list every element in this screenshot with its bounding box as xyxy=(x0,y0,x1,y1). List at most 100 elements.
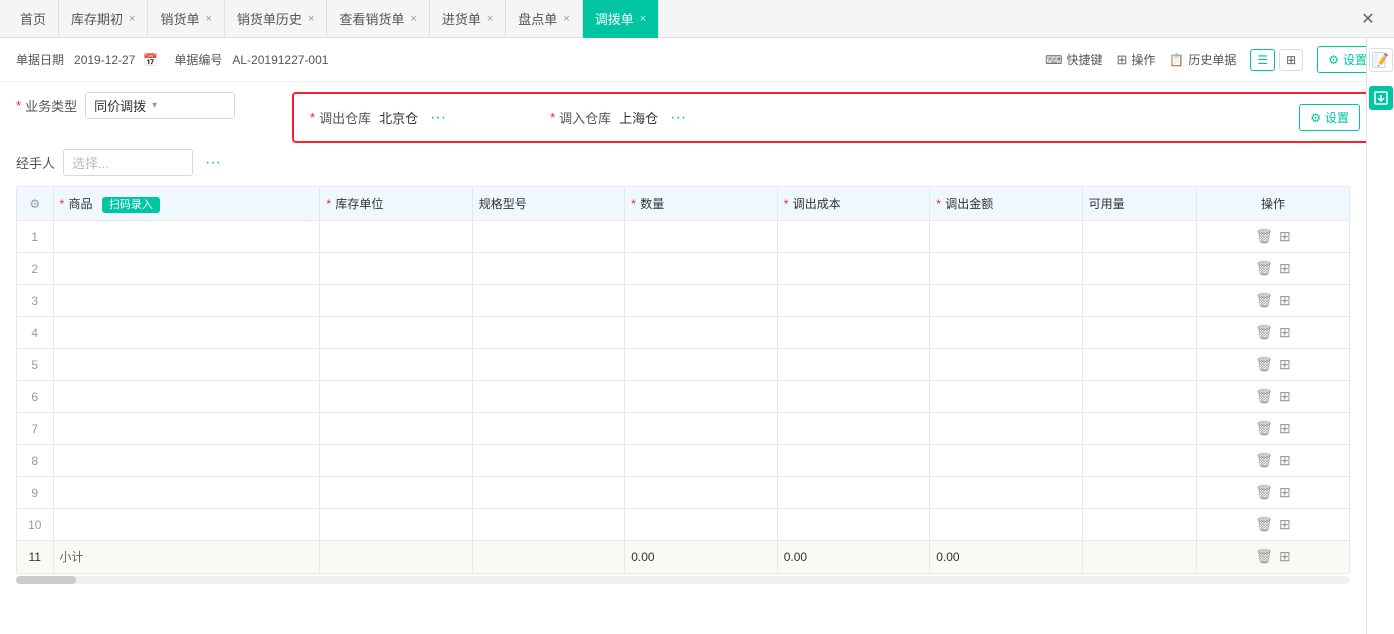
tab-inventory-init[interactable]: 库存期初 × xyxy=(59,0,148,38)
cell-quantity[interactable] xyxy=(625,509,777,541)
copy-icon-button[interactable]: ⊞ xyxy=(1279,228,1291,245)
barcode-scan-button[interactable]: 扫码录入 xyxy=(102,197,160,213)
list-view-button[interactable]: ☰ xyxy=(1250,49,1275,71)
tab-home[interactable]: 首页 xyxy=(8,0,59,38)
cell-product[interactable] xyxy=(53,349,320,381)
cell-spec[interactable] xyxy=(472,477,624,509)
copy-icon-button[interactable]: ⊞ xyxy=(1279,484,1291,501)
cell-unit[interactable] xyxy=(320,221,472,253)
delete-icon-button[interactable]: 🗑 xyxy=(1255,356,1273,373)
cell-quantity[interactable] xyxy=(625,445,777,477)
copy-icon-button[interactable]: ⊞ xyxy=(1279,292,1291,309)
cell-spec[interactable] xyxy=(472,445,624,477)
delete-icon-button[interactable]: 🗑 xyxy=(1255,260,1273,277)
cell-transfer-cost[interactable] xyxy=(777,477,929,509)
cell-quantity[interactable] xyxy=(625,477,777,509)
cell-transfer-cost[interactable] xyxy=(777,253,929,285)
cell-unit[interactable] xyxy=(320,285,472,317)
copy-icon-button[interactable]: ⊞ xyxy=(1279,548,1291,565)
tab-stocktaking[interactable]: 盘点单 × xyxy=(506,0,582,38)
cell-product[interactable] xyxy=(53,317,320,349)
tab-sales-order[interactable]: 销货单 × xyxy=(148,0,224,38)
business-type-select[interactable]: 同价调拨 ▾ xyxy=(85,92,235,119)
cell-quantity[interactable] xyxy=(625,381,777,413)
copy-icon-button[interactable]: ⊞ xyxy=(1279,516,1291,533)
cell-unit[interactable] xyxy=(320,413,472,445)
cell-product[interactable] xyxy=(53,253,320,285)
cell-transfer-amount[interactable] xyxy=(930,317,1082,349)
cell-quantity[interactable] xyxy=(625,317,777,349)
cell-transfer-cost[interactable] xyxy=(777,221,929,253)
tab-view-sales[interactable]: 查看销货单 × xyxy=(327,0,429,38)
tab-purchase-order[interactable]: 进货单 × xyxy=(430,0,506,38)
operator-select[interactable]: 选择... xyxy=(63,149,193,176)
tab-transfer-order[interactable]: 调拨单 × xyxy=(583,0,659,38)
operator-more-button[interactable]: ··· xyxy=(201,154,225,172)
calendar-icon[interactable]: 📅 xyxy=(143,53,158,67)
cell-product[interactable] xyxy=(53,477,320,509)
cell-unit[interactable] xyxy=(320,381,472,413)
transfer-out-more-button[interactable]: ··· xyxy=(426,109,450,127)
cell-transfer-amount[interactable] xyxy=(930,285,1082,317)
cell-spec[interactable] xyxy=(472,221,624,253)
cell-spec[interactable] xyxy=(472,381,624,413)
cell-quantity[interactable] xyxy=(625,413,777,445)
cell-transfer-amount[interactable] xyxy=(930,381,1082,413)
cell-product[interactable] xyxy=(53,413,320,445)
tab-stocktaking-close[interactable]: × xyxy=(563,13,569,25)
cell-product[interactable] xyxy=(53,381,320,413)
tab-purchase-order-close[interactable]: × xyxy=(487,13,493,25)
cell-transfer-cost[interactable] xyxy=(777,381,929,413)
tab-inventory-init-close[interactable]: × xyxy=(129,13,135,25)
cell-transfer-cost[interactable] xyxy=(777,509,929,541)
cell-transfer-cost[interactable] xyxy=(777,285,929,317)
cell-unit[interactable] xyxy=(320,509,472,541)
delete-icon-button[interactable]: 🗑 xyxy=(1255,388,1273,405)
cell-quantity[interactable] xyxy=(625,285,777,317)
tab-sales-history[interactable]: 销货单历史 × xyxy=(225,0,327,38)
tab-sales-order-close[interactable]: × xyxy=(205,13,211,25)
transfer-in-more-button[interactable]: ··· xyxy=(666,109,690,127)
tab-view-sales-close[interactable]: × xyxy=(410,13,416,25)
copy-icon-button[interactable]: ⊞ xyxy=(1279,324,1291,341)
delete-icon-button[interactable]: 🗑 xyxy=(1255,452,1273,469)
cell-transfer-amount[interactable] xyxy=(930,349,1082,381)
export-icon-button[interactable] xyxy=(1369,86,1393,110)
copy-icon-button[interactable]: ⊞ xyxy=(1279,452,1291,469)
cell-transfer-cost[interactable] xyxy=(777,317,929,349)
cell-unit[interactable] xyxy=(320,477,472,509)
cell-spec[interactable] xyxy=(472,509,624,541)
th-settings[interactable]: ⚙ xyxy=(17,187,53,221)
cell-unit[interactable] xyxy=(320,253,472,285)
cell-unit[interactable] xyxy=(320,349,472,381)
delete-icon-button[interactable]: 🗑 xyxy=(1255,484,1273,501)
copy-icon-button[interactable]: ⊞ xyxy=(1279,420,1291,437)
cell-product[interactable] xyxy=(53,285,320,317)
delete-icon-button[interactable]: 🗑 xyxy=(1255,548,1273,565)
cell-transfer-amount[interactable] xyxy=(930,509,1082,541)
delete-icon-button[interactable]: 🗑 xyxy=(1255,292,1273,309)
copy-icon-button[interactable]: ⊞ xyxy=(1279,260,1291,277)
shortcuts-button[interactable]: ⌨ 快捷键 xyxy=(1045,51,1102,68)
cell-transfer-amount[interactable] xyxy=(930,253,1082,285)
cell-product[interactable] xyxy=(53,509,320,541)
cell-quantity[interactable] xyxy=(625,349,777,381)
cell-quantity[interactable] xyxy=(625,253,777,285)
cell-unit[interactable] xyxy=(320,317,472,349)
cell-product[interactable] xyxy=(53,221,320,253)
cell-spec[interactable] xyxy=(472,413,624,445)
history-button[interactable]: 📋 历史单据 xyxy=(1169,51,1236,68)
cell-transfer-cost[interactable] xyxy=(777,445,929,477)
cell-quantity[interactable] xyxy=(625,221,777,253)
tab-sales-history-close[interactable]: × xyxy=(308,13,314,25)
transfer-in-value[interactable]: 上海仓 xyxy=(619,108,658,127)
grid-view-button[interactable]: ⊞ xyxy=(1279,49,1303,71)
cell-transfer-amount[interactable] xyxy=(930,221,1082,253)
cell-transfer-amount[interactable] xyxy=(930,445,1082,477)
copy-icon-button[interactable]: ⊞ xyxy=(1279,356,1291,373)
tab-transfer-order-close[interactable]: × xyxy=(640,13,646,25)
cell-transfer-amount[interactable] xyxy=(930,413,1082,445)
note-icon-button[interactable]: 📝 xyxy=(1369,48,1393,72)
delete-icon-button[interactable]: 🗑 xyxy=(1255,228,1273,245)
cell-product[interactable] xyxy=(53,445,320,477)
